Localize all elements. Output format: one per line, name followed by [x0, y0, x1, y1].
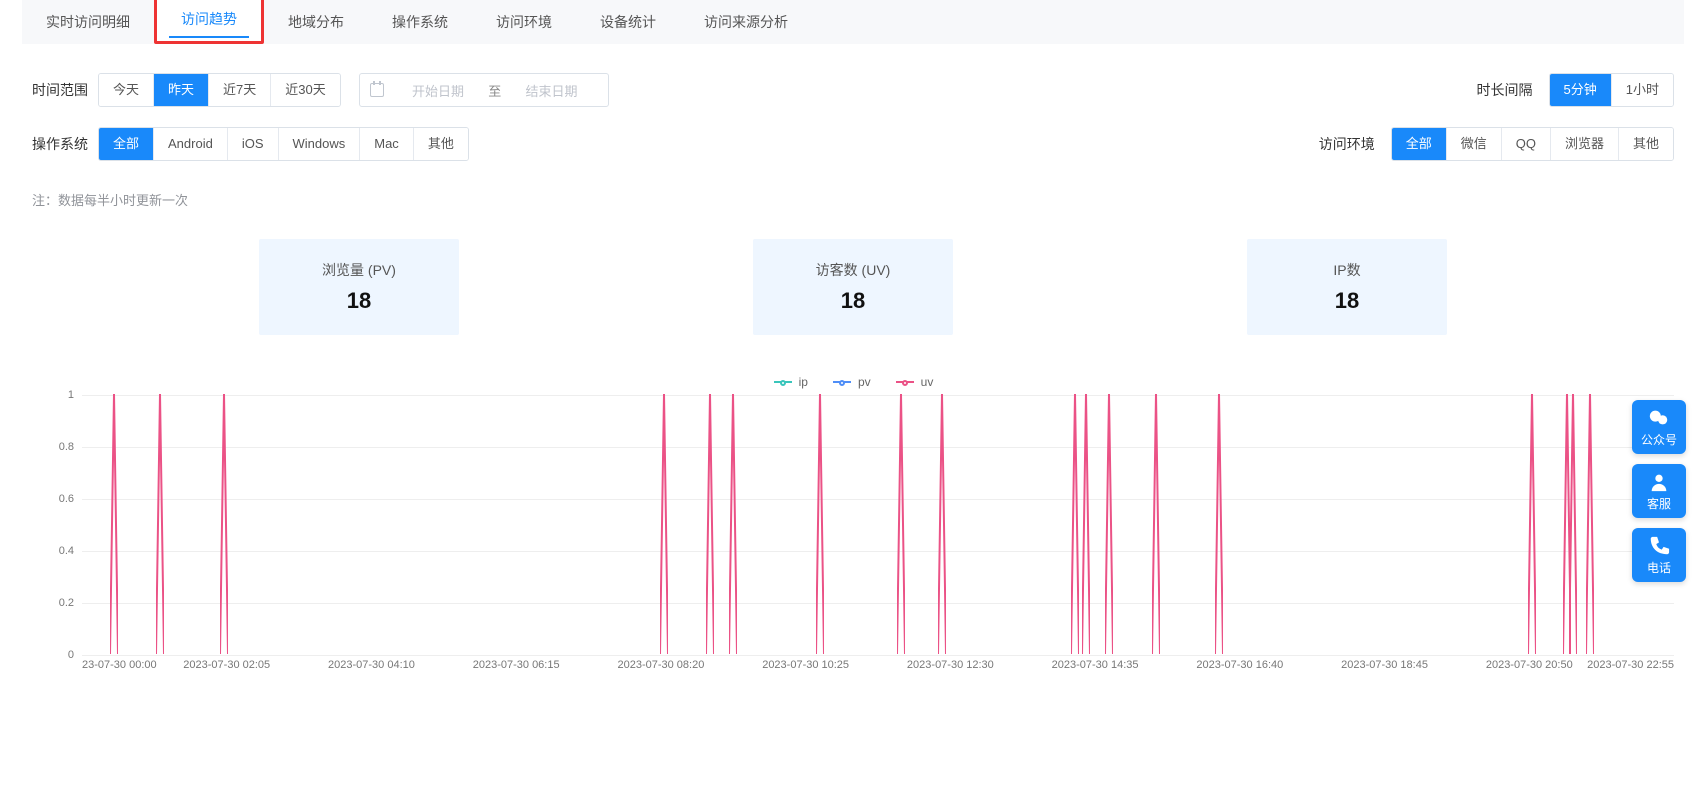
- label-env: 访问环境: [1319, 134, 1391, 154]
- x-tick: 2023-07-30 12:30: [907, 659, 994, 671]
- group-interval: 5分钟1小时: [1549, 73, 1674, 107]
- legend-item-ip[interactable]: ip: [773, 375, 808, 389]
- stat-title: IP数: [1333, 260, 1360, 280]
- row-time-range: 时间范围 今天昨天近7天近30天 开始日期 至 结束日期 时长间隔 5分钟1小时: [32, 68, 1674, 112]
- interval-btn-0[interactable]: 5分钟: [1550, 74, 1611, 106]
- stats-row: 浏览量 (PV) 18 访客数 (UV) 18 IP数 18: [112, 239, 1594, 335]
- float-btn-phone[interactable]: 电话: [1632, 528, 1686, 582]
- label-time-range: 时间范围: [32, 80, 98, 100]
- label-interval: 时长间隔: [1477, 80, 1549, 100]
- x-tick: 2023-07-30 18:45: [1341, 659, 1428, 671]
- interval-btn-1[interactable]: 1小时: [1611, 74, 1673, 106]
- tab-2[interactable]: 地域分布: [264, 0, 368, 44]
- os-btn-1[interactable]: Android: [153, 128, 227, 160]
- time-range-btn-0[interactable]: 今天: [99, 74, 153, 106]
- calendar-icon: [370, 83, 384, 97]
- tab-5[interactable]: 设备统计: [576, 0, 680, 44]
- y-tick: 0: [68, 649, 74, 661]
- x-tick: 2023-07-30 14:35: [1052, 659, 1139, 671]
- x-tick: 2023-07-30 16:40: [1196, 659, 1283, 671]
- y-tick: 0.2: [59, 597, 74, 609]
- os-btn-5[interactable]: 其他: [413, 128, 468, 160]
- os-btn-3[interactable]: Windows: [278, 128, 360, 160]
- y-tick: 0.8: [59, 441, 74, 453]
- x-tick: 2023-07-30 08:20: [617, 659, 704, 671]
- end-date-input[interactable]: 结束日期: [507, 81, 596, 100]
- env-btn-4[interactable]: 其他: [1618, 128, 1673, 160]
- legend-item-uv[interactable]: uv: [895, 375, 934, 389]
- group-time-range: 今天昨天近7天近30天: [98, 73, 341, 107]
- os-btn-0[interactable]: 全部: [99, 128, 153, 160]
- legend-item-pv[interactable]: pv: [832, 375, 871, 389]
- stat-value: 18: [347, 288, 371, 314]
- env-btn-3[interactable]: 浏览器: [1550, 128, 1618, 160]
- start-date-input[interactable]: 开始日期: [394, 81, 483, 100]
- y-tick: 0.6: [59, 493, 74, 505]
- os-btn-4[interactable]: Mac: [359, 128, 413, 160]
- y-tick: 0.4: [59, 545, 74, 557]
- wechat-icon: [1648, 407, 1670, 431]
- time-range-btn-2[interactable]: 近7天: [208, 74, 270, 106]
- stat-value: 18: [1335, 288, 1359, 314]
- float-btn-wechat[interactable]: 公众号: [1632, 400, 1686, 454]
- x-tick: 2023-07-30 02:05: [183, 659, 270, 671]
- support-icon: [1648, 471, 1670, 495]
- stat-card-2: IP数 18: [1247, 239, 1447, 335]
- x-tick: 2023-07-30 20:50: [1486, 659, 1573, 671]
- y-tick: 1: [68, 389, 74, 401]
- chart-y-axis: 00.20.40.60.81: [32, 395, 80, 655]
- group-os: 全部AndroidiOSWindowsMac其他: [98, 127, 469, 161]
- env-btn-1[interactable]: 微信: [1446, 128, 1501, 160]
- label-os: 操作系统: [32, 134, 98, 154]
- stat-card-1: 访客数 (UV) 18: [753, 239, 953, 335]
- x-tick: 23-07-30 00:00: [82, 659, 157, 671]
- row-os-env: 操作系统 全部AndroidiOSWindowsMac其他 访问环境 全部微信Q…: [32, 122, 1674, 166]
- tab-1[interactable]: 访问趋势: [154, 0, 264, 44]
- time-range-btn-1[interactable]: 昨天: [153, 74, 208, 106]
- group-env: 全部微信QQ浏览器其他: [1391, 127, 1674, 161]
- date-sep: 至: [488, 81, 501, 100]
- x-tick: 2023-07-30 04:10: [328, 659, 415, 671]
- stat-card-0: 浏览量 (PV) 18: [259, 239, 459, 335]
- tab-3[interactable]: 操作系统: [368, 0, 472, 44]
- chart-x-axis: 23-07-30 00:00 2023-07-30 02:05 2023-07-30…: [82, 655, 1674, 675]
- tab-0[interactable]: 实时访问明细: [22, 0, 154, 44]
- tab-4[interactable]: 访问环境: [472, 0, 576, 44]
- phone-icon: [1648, 535, 1670, 559]
- time-range-btn-3[interactable]: 近30天: [270, 74, 339, 106]
- env-btn-0[interactable]: 全部: [1392, 128, 1446, 160]
- stat-title: 浏览量 (PV): [322, 260, 396, 280]
- x-tick: 2023-07-30 06:15: [473, 659, 560, 671]
- x-tick: 2023-07-30 10:25: [762, 659, 849, 671]
- tab-6[interactable]: 访问来源分析: [680, 0, 812, 44]
- stat-value: 18: [841, 288, 865, 314]
- chart-plot: [82, 395, 1674, 655]
- os-btn-2[interactable]: iOS: [227, 128, 278, 160]
- env-btn-2[interactable]: QQ: [1501, 128, 1550, 160]
- tabs-bar: 实时访问明细访问趋势地域分布操作系统访问环境设备统计访问来源分析: [22, 0, 1684, 44]
- float-buttons: 公众号客服电话: [1632, 400, 1686, 582]
- date-range-picker[interactable]: 开始日期 至 结束日期: [359, 73, 609, 107]
- chart-box: 00.20.40.60.81 23-07-30 00:002023-07-30 …: [32, 395, 1674, 685]
- chart-legend: ip pv uv: [32, 375, 1674, 389]
- stat-title: 访客数 (UV): [816, 260, 891, 280]
- float-btn-support[interactable]: 客服: [1632, 464, 1686, 518]
- x-tick: 2023-07-30 22:55: [1587, 659, 1674, 671]
- update-note: 注：数据每半小时更新一次: [32, 190, 1674, 209]
